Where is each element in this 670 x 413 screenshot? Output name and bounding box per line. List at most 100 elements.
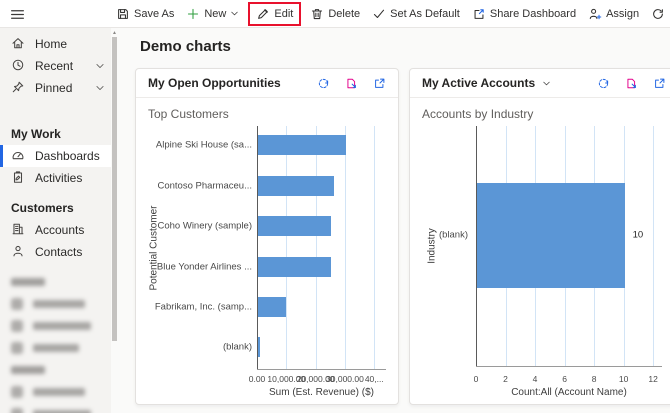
sidebar-item-home[interactable]: Home: [0, 33, 118, 55]
command-label: Edit: [274, 8, 293, 20]
redacted-icon: [11, 342, 23, 354]
command-label: Share Dashboard: [490, 8, 576, 20]
sidebar-item-activities[interactable]: Activities: [0, 167, 118, 189]
sidebar-items: Home Recent Pinned My WorkDashboards Activit…: [0, 33, 118, 413]
chevron-down-icon: [95, 83, 105, 93]
sidebar-item-redacted[interactable]: [0, 293, 118, 315]
person-icon: [11, 244, 25, 261]
share-icon: [472, 7, 486, 21]
check-icon: [372, 7, 386, 21]
category-label: Alpine Ski House (sa...: [140, 140, 252, 151]
command-new[interactable]: New: [180, 0, 245, 27]
x-axis-line: [476, 366, 662, 367]
redacted-label: [33, 322, 91, 330]
command-assign[interactable]: Assign: [582, 0, 645, 27]
save-as-icon: [116, 7, 130, 21]
sidebar-group-header: Customers: [0, 197, 118, 219]
gridline: [345, 126, 346, 369]
dashboard-selector[interactable]: Demo charts: [140, 38, 239, 55]
bar-blank[interactable]: [258, 337, 260, 357]
command-label: Delete: [328, 8, 360, 20]
main-content: Demo charts My Open OpportunitiesTop Cus…: [118, 28, 670, 413]
redacted-icon: [11, 408, 23, 413]
sidebar-item-redacted[interactable]: [0, 315, 118, 337]
pin-icon: [11, 80, 25, 97]
redacted-label: [33, 388, 85, 396]
bar-data-label: 10: [633, 230, 644, 241]
command-delete[interactable]: Delete: [304, 0, 366, 27]
command-list: Save As New Edit Delete Set As Default Share …: [110, 0, 670, 27]
gridline: [286, 126, 287, 369]
redacted-icon: [11, 298, 23, 310]
trash-icon: [310, 7, 324, 21]
pencil-icon: [256, 7, 270, 21]
chevron-down-icon: [95, 61, 105, 71]
x-tick-label: 6: [562, 374, 567, 384]
page-title: Demo charts: [140, 38, 231, 55]
command-bar: Save As New Edit Delete Set As Default Share …: [0, 0, 670, 28]
sidebar-item-redacted[interactable]: [0, 381, 118, 403]
chart-plot-area: 0.0010,000.0020,000.0030,000.0040,...Alp…: [136, 69, 398, 404]
y-axis-label: Industry: [427, 228, 438, 264]
bar-alpine-ski-house-sa[interactable]: [258, 135, 346, 155]
category-label: (blank): [140, 342, 252, 353]
gridline: [374, 126, 375, 369]
y-axis-line: [257, 126, 258, 369]
clipboard-icon: [11, 170, 25, 187]
sidebar-item-label: Home: [35, 37, 67, 51]
category-label: Fabrikam, Inc. (samp...: [140, 302, 252, 313]
x-axis-line: [257, 369, 386, 370]
x-tick-label: 30,000.00: [326, 374, 364, 384]
sidebar-item-label: Pinned: [35, 81, 72, 95]
chart-plot-area: 024681012(blank)10Count:All (Account Nam…: [410, 69, 670, 404]
x-tick-label: 10: [619, 374, 628, 384]
command-edit[interactable]: Edit: [248, 2, 301, 26]
sidebar-item-redacted[interactable]: [0, 337, 118, 359]
sidebar-item-accounts[interactable]: Accounts: [0, 219, 118, 241]
hamburger-menu-icon[interactable]: [9, 6, 26, 23]
bar-coho-winery-sample[interactable]: [258, 216, 331, 236]
scrollbar-up-arrow[interactable]: ▲: [112, 30, 117, 36]
command-label: Assign: [606, 8, 639, 20]
command-refresh-all[interactable]: Refresh All: [645, 0, 670, 27]
command-label: Set As Default: [390, 8, 460, 20]
redacted-icon: [11, 386, 23, 398]
sidebar-item-recent[interactable]: Recent: [0, 55, 118, 77]
sidebar-group-header: My Work: [0, 123, 118, 145]
bar-blank[interactable]: [477, 183, 625, 288]
bar-blue-yonder-airlines[interactable]: [258, 257, 331, 277]
sidebar-item-label: Contacts: [35, 245, 82, 259]
cards-row: My Open OpportunitiesTop Customers0.0010…: [135, 68, 670, 405]
sidebar-group-header-redacted: [11, 366, 45, 374]
redacted-label: [33, 300, 85, 308]
command-set-as-default[interactable]: Set As Default: [366, 0, 466, 27]
bar-contoso-pharmaceu[interactable]: [258, 176, 334, 196]
sidebar-scrollbar: ▲: [111, 28, 118, 413]
gridline: [653, 126, 654, 366]
sidebar-group-header-redacted: [11, 278, 45, 286]
building-icon: [11, 222, 25, 239]
sidebar-item-label: Activities: [35, 171, 82, 185]
sidebar-item-dashboards[interactable]: Dashboards: [0, 145, 118, 167]
sidebar-item-redacted[interactable]: [0, 403, 118, 413]
command-share-dashboard[interactable]: Share Dashboard: [466, 0, 582, 27]
refresh-icon: [651, 7, 665, 21]
home-icon: [11, 36, 25, 53]
chart-card-my-active-accounts: My Active AccountsAccounts by Industry02…: [409, 68, 670, 405]
x-axis-label: Sum (Est. Revenue) ($): [269, 387, 374, 398]
sidebar-item-label: Accounts: [35, 223, 84, 237]
site-map-sidebar: Home Recent Pinned My WorkDashboards Activit…: [0, 28, 118, 413]
command-label: New: [204, 8, 226, 20]
sidebar-item-pinned[interactable]: Pinned: [0, 77, 118, 99]
x-tick-label: 4: [533, 374, 538, 384]
redacted-label: [33, 344, 79, 352]
sidebar-item-label: Recent: [35, 59, 73, 73]
scrollbar-thumb[interactable]: [112, 37, 117, 341]
x-axis-label: Count:All (Account Name): [511, 387, 627, 398]
y-axis-label: Potential Customer: [149, 205, 160, 290]
bar-fabrikam-inc-samp[interactable]: [258, 297, 286, 317]
command-save-as[interactable]: Save As: [110, 0, 180, 27]
sidebar-item-contacts[interactable]: Contacts: [0, 241, 118, 263]
clock-icon: [11, 58, 25, 75]
redacted-icon: [11, 320, 23, 332]
